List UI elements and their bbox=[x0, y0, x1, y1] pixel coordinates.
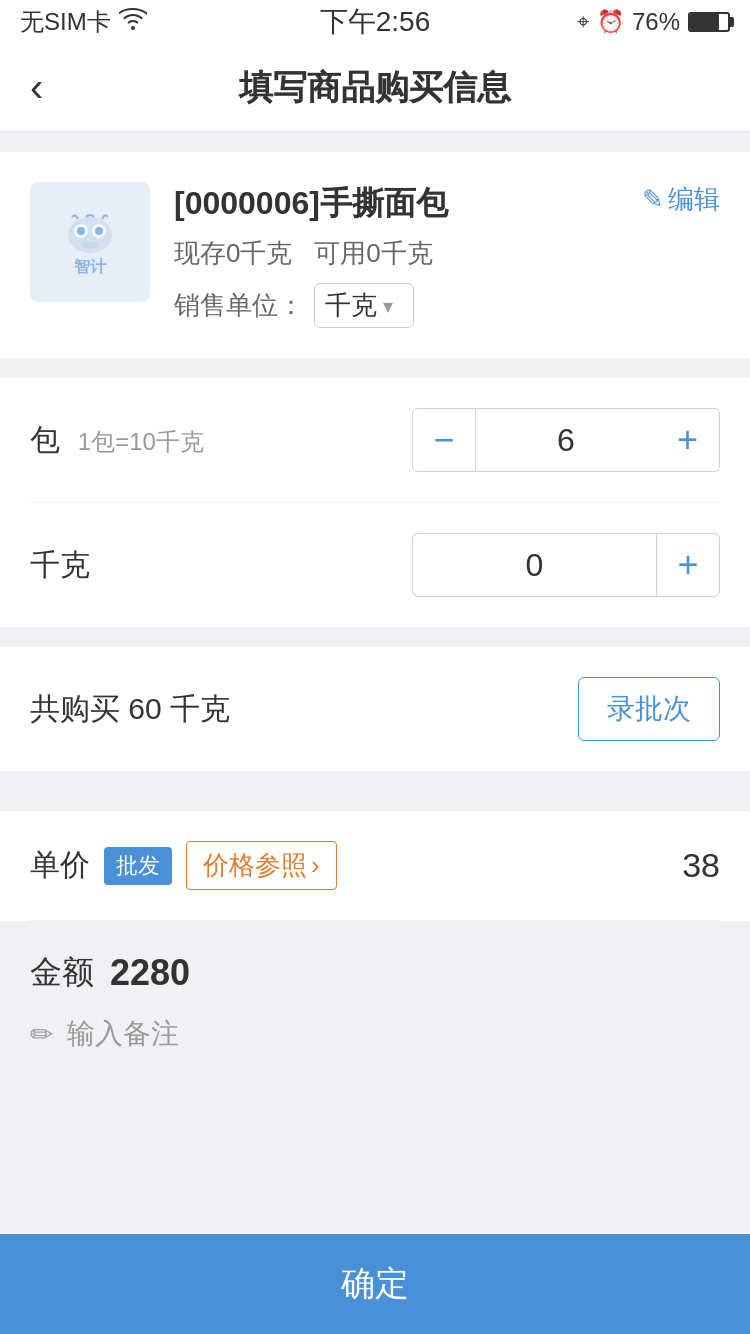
product-logo: 智计 bbox=[60, 207, 120, 278]
svg-point-4 bbox=[95, 227, 103, 235]
alarm-icon: ⏰ bbox=[597, 9, 624, 35]
quantity-label-kg: 千克 bbox=[30, 545, 90, 586]
price-row: 单价 批发 价格参照 › 38 bbox=[30, 811, 720, 921]
batch-tag: 批发 bbox=[104, 847, 172, 885]
product-info: [0000006]手撕面包 ✎ 编辑 现存0千克 可用0千克 销售单位： 千克 … bbox=[174, 182, 720, 328]
increase-bag-button[interactable]: + bbox=[656, 408, 720, 472]
nav-bar: ‹ 填写商品购买信息 bbox=[0, 44, 750, 132]
edit-button[interactable]: ✎ 编辑 bbox=[642, 182, 720, 217]
quantity-label-bag: 包 1包=10千克 bbox=[30, 420, 204, 461]
price-value: 38 bbox=[682, 846, 720, 885]
chevron-right-icon: › bbox=[311, 850, 320, 881]
product-name: [0000006]手撕面包 bbox=[174, 182, 448, 226]
divider-3 bbox=[0, 771, 750, 791]
remark-row[interactable]: ✏ 输入备注 bbox=[30, 1015, 720, 1053]
status-bar: 无SIM卡 下午2:56 ⌖ ⏰ 76% bbox=[0, 0, 750, 44]
divider-1 bbox=[0, 358, 750, 378]
divider-2 bbox=[0, 627, 750, 647]
price-left: 单价 批发 价格参照 › bbox=[30, 841, 337, 890]
status-bar-left: 无SIM卡 bbox=[20, 6, 147, 38]
product-stock: 现存0千克 可用0千克 bbox=[174, 236, 720, 271]
decrease-bag-button[interactable]: − bbox=[412, 408, 476, 472]
record-batch-button[interactable]: 录批次 bbox=[578, 677, 720, 741]
product-card: 智计 [0000006]手撕面包 ✎ 编辑 现存0千克 可用0千克 销售单位： … bbox=[0, 152, 750, 358]
page-title: 填写商品购买信息 bbox=[239, 65, 511, 111]
status-bar-right: ⌖ ⏰ 76% bbox=[577, 8, 730, 36]
summary-text: 共购买 60 千克 bbox=[30, 689, 230, 730]
kg-quantity-input[interactable] bbox=[412, 533, 656, 597]
pencil-icon: ✏ bbox=[30, 1018, 53, 1051]
wifi-icon bbox=[119, 8, 147, 36]
product-header: [0000006]手撕面包 ✎ 编辑 bbox=[174, 182, 720, 236]
summary-section: 共购买 60 千克 录批次 bbox=[0, 647, 750, 771]
price-ref-button[interactable]: 价格参照 › bbox=[186, 841, 337, 890]
amount-section: 金额 2280 ✏ 输入备注 bbox=[0, 921, 750, 1083]
status-bar-time: 下午2:56 bbox=[320, 3, 431, 41]
dropdown-icon: ▾ bbox=[383, 294, 393, 318]
bag-quantity-input[interactable] bbox=[476, 408, 656, 472]
quantity-control-bag: − + bbox=[412, 408, 720, 472]
price-section: 单价 批发 价格参照 › 38 bbox=[0, 811, 750, 921]
back-button[interactable]: ‹ bbox=[30, 65, 43, 110]
amount-value: 2280 bbox=[110, 952, 190, 994]
quantity-section: 包 1包=10千克 − + 千克 + bbox=[0, 378, 750, 627]
svg-point-5 bbox=[82, 241, 98, 249]
amount-row: 金额 2280 bbox=[30, 951, 720, 995]
quantity-row-bag: 包 1包=10千克 − + bbox=[30, 378, 720, 503]
location-icon: ⌖ bbox=[577, 9, 589, 35]
product-unit-row: 销售单位： 千克 ▾ bbox=[174, 283, 720, 328]
edit-icon: ✎ bbox=[642, 184, 664, 215]
battery-percent: 76% bbox=[632, 8, 680, 36]
increase-kg-button[interactable]: + bbox=[656, 533, 720, 597]
quantity-row-kg: 千克 + bbox=[30, 503, 720, 627]
confirm-button[interactable]: 确定 bbox=[0, 1234, 750, 1334]
unit-select[interactable]: 千克 ▾ bbox=[314, 283, 414, 328]
quantity-control-kg: + bbox=[412, 533, 720, 597]
amount-label: 金额 bbox=[30, 951, 94, 995]
carrier-text: 无SIM卡 bbox=[20, 6, 111, 38]
product-image: 智计 bbox=[30, 182, 150, 302]
svg-point-3 bbox=[77, 227, 85, 235]
price-label: 单价 bbox=[30, 845, 90, 886]
battery-icon bbox=[688, 12, 730, 32]
remark-placeholder: 输入备注 bbox=[67, 1015, 179, 1053]
summary-row: 共购买 60 千克 录批次 bbox=[30, 647, 720, 771]
